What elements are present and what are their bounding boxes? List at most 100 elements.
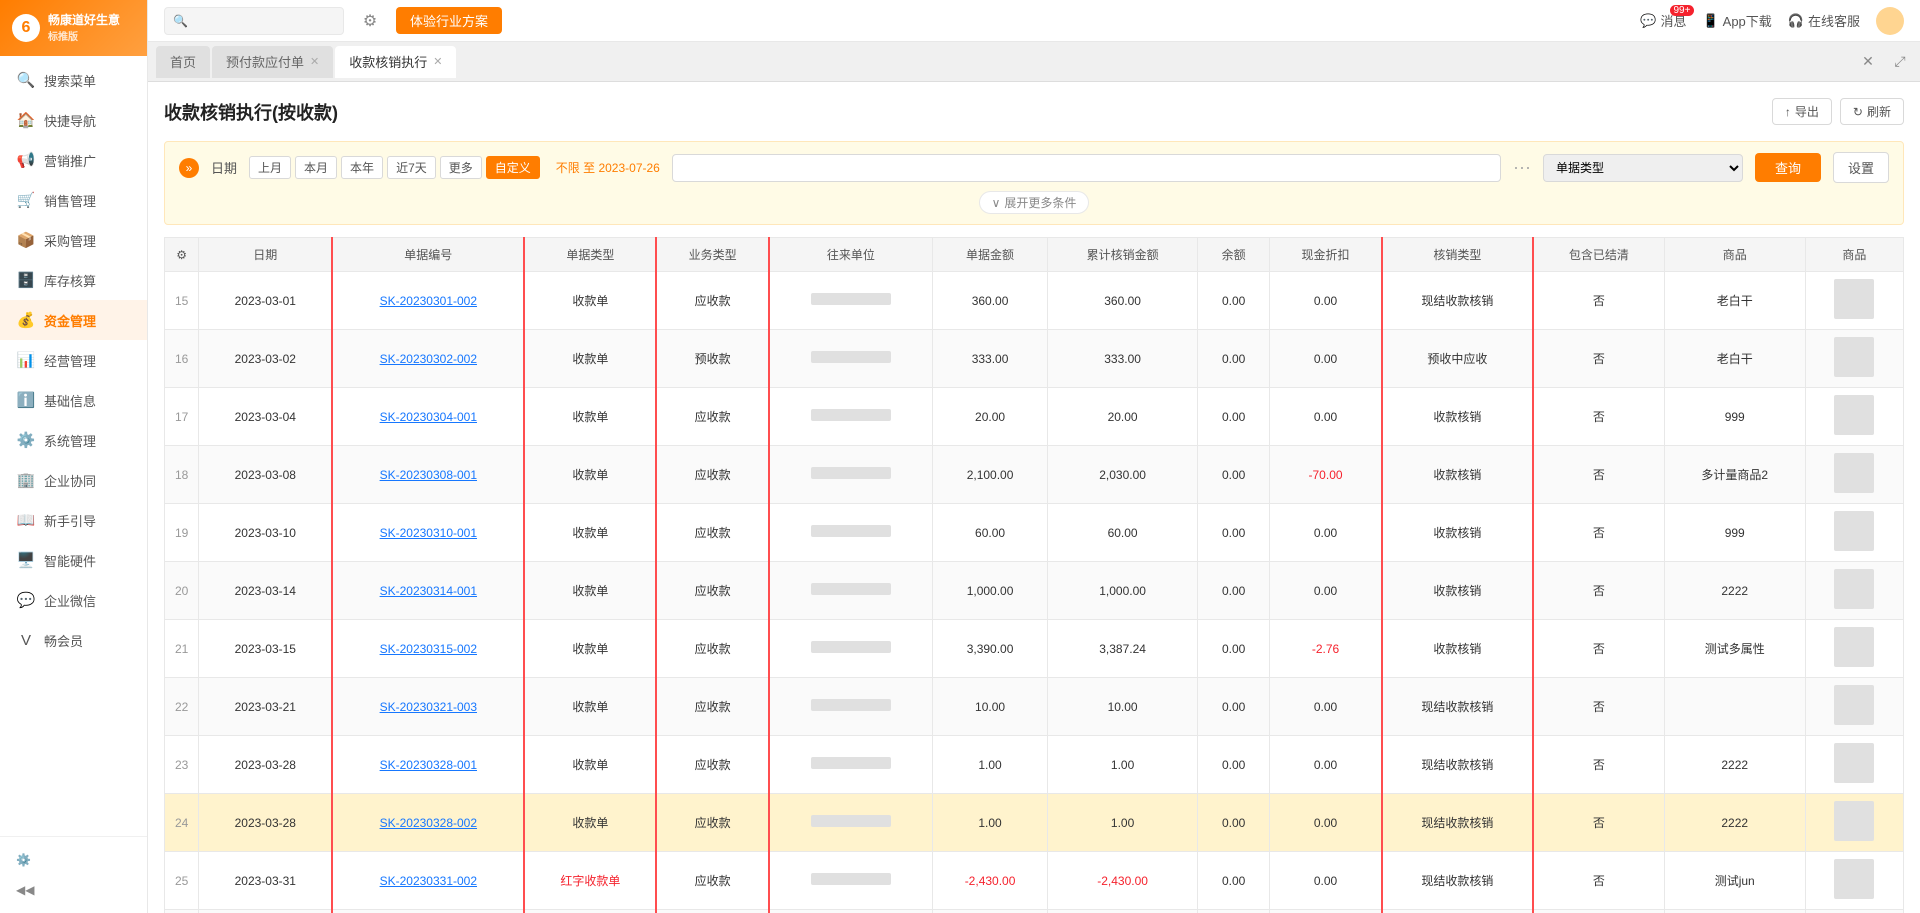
th-product1: 商品 [1664,238,1805,272]
tab-close-btn[interactable]: ✕ [1856,50,1880,74]
tab-home[interactable]: 首页 [156,46,210,78]
table-wrapper: ⚙ 日期 单据编号 单据类型 业务类型 往来单位 单据金额 累计核销金额 余额 … [164,237,1904,913]
filter-expand-button[interactable]: » [179,158,199,178]
doc-no-link[interactable]: SK-20230314-001 [380,584,477,598]
topbar-settings-icon[interactable]: ⚙ [356,7,384,35]
cell-doc-type: 收款单 [524,678,656,736]
cell-doc-no: SK-20230315-002 [332,620,524,678]
th-verify-type: 核销类型 [1382,238,1533,272]
tab-close-prepay[interactable]: ✕ [310,55,319,68]
doc-no-link[interactable]: SK-20230302-002 [380,352,477,366]
cell-doc-no: SK-20230331-002 [332,852,524,910]
topbar: 🔍 ⚙ 体验行业方案 💬 消息 99+ 📱 App下载 🎧 在线客服 [148,0,1920,42]
this-year-btn[interactable]: 本年 [341,156,383,179]
cell-cum-amount: 10.00 [1048,678,1198,736]
sidebar-label-system: 系统管理 [44,431,96,450]
voucher-type-select[interactable]: 单据类型 [1543,154,1743,182]
cell-cash-discount: 0.00 [1270,388,1382,446]
sidebar-item-sales[interactable]: 🛒销售管理 [0,180,147,220]
search-icon: 🔍 [16,70,36,90]
cell-unit [769,330,932,388]
messages-badge[interactable]: 💬 消息 99+ [1640,11,1686,30]
user-avatar[interactable] [1876,7,1904,35]
cell-product: 测试jun [1664,852,1805,910]
sidebar-item-wechat[interactable]: 💬企业微信 [0,580,147,620]
sidebar-settings[interactable]: ⚙️ [0,845,147,875]
doc-no-link[interactable]: SK-20230328-002 [380,816,477,830]
tab-expand-btn[interactable]: ⤢ [1888,50,1912,74]
solution-button[interactable]: 体验行业方案 [396,7,502,34]
cell-unit [769,562,932,620]
cell-included: 否 [1533,272,1664,330]
cell-doc-no: SK-20230314-001 [332,562,524,620]
cell-num: 21 [165,620,199,678]
cell-cash-discount: 0.00 [1270,330,1382,388]
sidebar-item-hardware[interactable]: 🖥️智能硬件 [0,540,147,580]
sidebar-item-operations[interactable]: 📊经营管理 [0,340,147,380]
tab-prepay[interactable]: 预付款应付单✕ [212,46,333,78]
th-cum-amount: 累计核销金额 [1048,238,1198,272]
sidebar-collapse[interactable]: ◀◀ [0,875,147,905]
sidebar-item-marketing[interactable]: 📢营销推广 [0,140,147,180]
cell-product [1664,678,1805,736]
th-settings[interactable]: ⚙ [165,238,199,272]
cell-num: 17 [165,388,199,446]
topbar-left: 🔍 ⚙ 体验行业方案 [164,7,502,35]
sidebar-item-purchase[interactable]: 📦采购管理 [0,220,147,260]
doc-no-link[interactable]: SK-20230331-002 [380,874,477,888]
cell-product: 999 [1664,504,1805,562]
cell-included: 否 [1533,678,1664,736]
online-service[interactable]: 🎧 在线客服 [1788,11,1860,30]
cell-num: 20 [165,562,199,620]
cell-verify-type: 现结收款核销 [1382,852,1533,910]
tab-receipt-exec[interactable]: 收款核销执行✕ [335,46,456,78]
wechat-icon: 💬 [16,590,36,610]
cell-amount: 1.00 [932,736,1047,794]
sidebar-bottom: ⚙️ ◀◀ [0,836,147,913]
setting-button[interactable]: 设置 [1833,152,1889,183]
doc-no-link[interactable]: SK-20230321-003 [380,700,477,714]
sidebar-label-search: 搜索菜单 [44,71,96,90]
query-button[interactable]: 查询 [1755,153,1821,182]
doc-no-link[interactable]: SK-20230304-001 [380,410,477,424]
more-dates-btn[interactable]: 更多 [440,156,482,179]
doc-no-link[interactable]: SK-20230328-001 [380,758,477,772]
sidebar-item-search[interactable]: 🔍 搜索菜单 [0,60,147,100]
refresh-button[interactable]: ↻ 刷新 [1840,98,1904,125]
inventory-icon: 🗄️ [16,270,36,290]
app-download[interactable]: 📱 App下载 [1702,11,1771,30]
sidebar-item-system[interactable]: ⚙️系统管理 [0,420,147,460]
doc-no-link[interactable]: SK-20230301-002 [380,294,477,308]
cell-amount: 3,390.00 [932,620,1047,678]
last-month-btn[interactable]: 上月 [249,156,291,179]
doc-no-link[interactable]: SK-20230308-001 [380,468,477,482]
cell-included: 否 [1533,388,1664,446]
cell-doc-type: 收款单 [524,330,656,388]
sidebar-item-basic[interactable]: ℹ️基础信息 [0,380,147,420]
cell-amount: -2,430.00 [932,852,1047,910]
export-button[interactable]: ↑ 导出 [1772,98,1832,125]
table-row: 22 2023-03-21 SK-20230321-003 收款单 应收款 10… [165,678,1904,736]
sidebar-item-inventory[interactable]: 🗄️库存核算 [0,260,147,300]
sidebar-item-member[interactable]: V畅会员 [0,620,147,660]
custom-date-btn[interactable]: 自定义 [486,156,540,179]
cell-biz-type: 应收款 [656,504,769,562]
unit-input[interactable] [672,154,1501,182]
sidebar-item-quicknav[interactable]: 🏠快捷导航 [0,100,147,140]
sidebar-item-enterprise[interactable]: 🏢企业协同 [0,460,147,500]
cell-cum-amount: 1.00 [1048,736,1198,794]
sidebar-item-guide[interactable]: 📖新手引导 [0,500,147,540]
sales-icon: 🛒 [16,190,36,210]
this-month-btn[interactable]: 本月 [295,156,337,179]
doc-no-link[interactable]: SK-20230310-001 [380,526,477,540]
cell-amount: 20.00 [932,910,1047,913]
last-7-days-btn[interactable]: 近7天 [387,156,436,179]
doc-no-link[interactable]: SK-20230315-002 [380,642,477,656]
purchase-icon: 📦 [16,230,36,250]
messages-count: 99+ [1670,5,1695,16]
main-area: 🔍 ⚙ 体验行业方案 💬 消息 99+ 📱 App下载 🎧 在线客服 [148,0,1920,913]
tab-close-receipt-exec[interactable]: ✕ [433,55,442,68]
expand-more-button[interactable]: ∨ 展开更多条件 [979,191,1090,214]
sidebar-item-finance[interactable]: 💰资金管理 [0,300,147,340]
cell-num: 24 [165,794,199,852]
